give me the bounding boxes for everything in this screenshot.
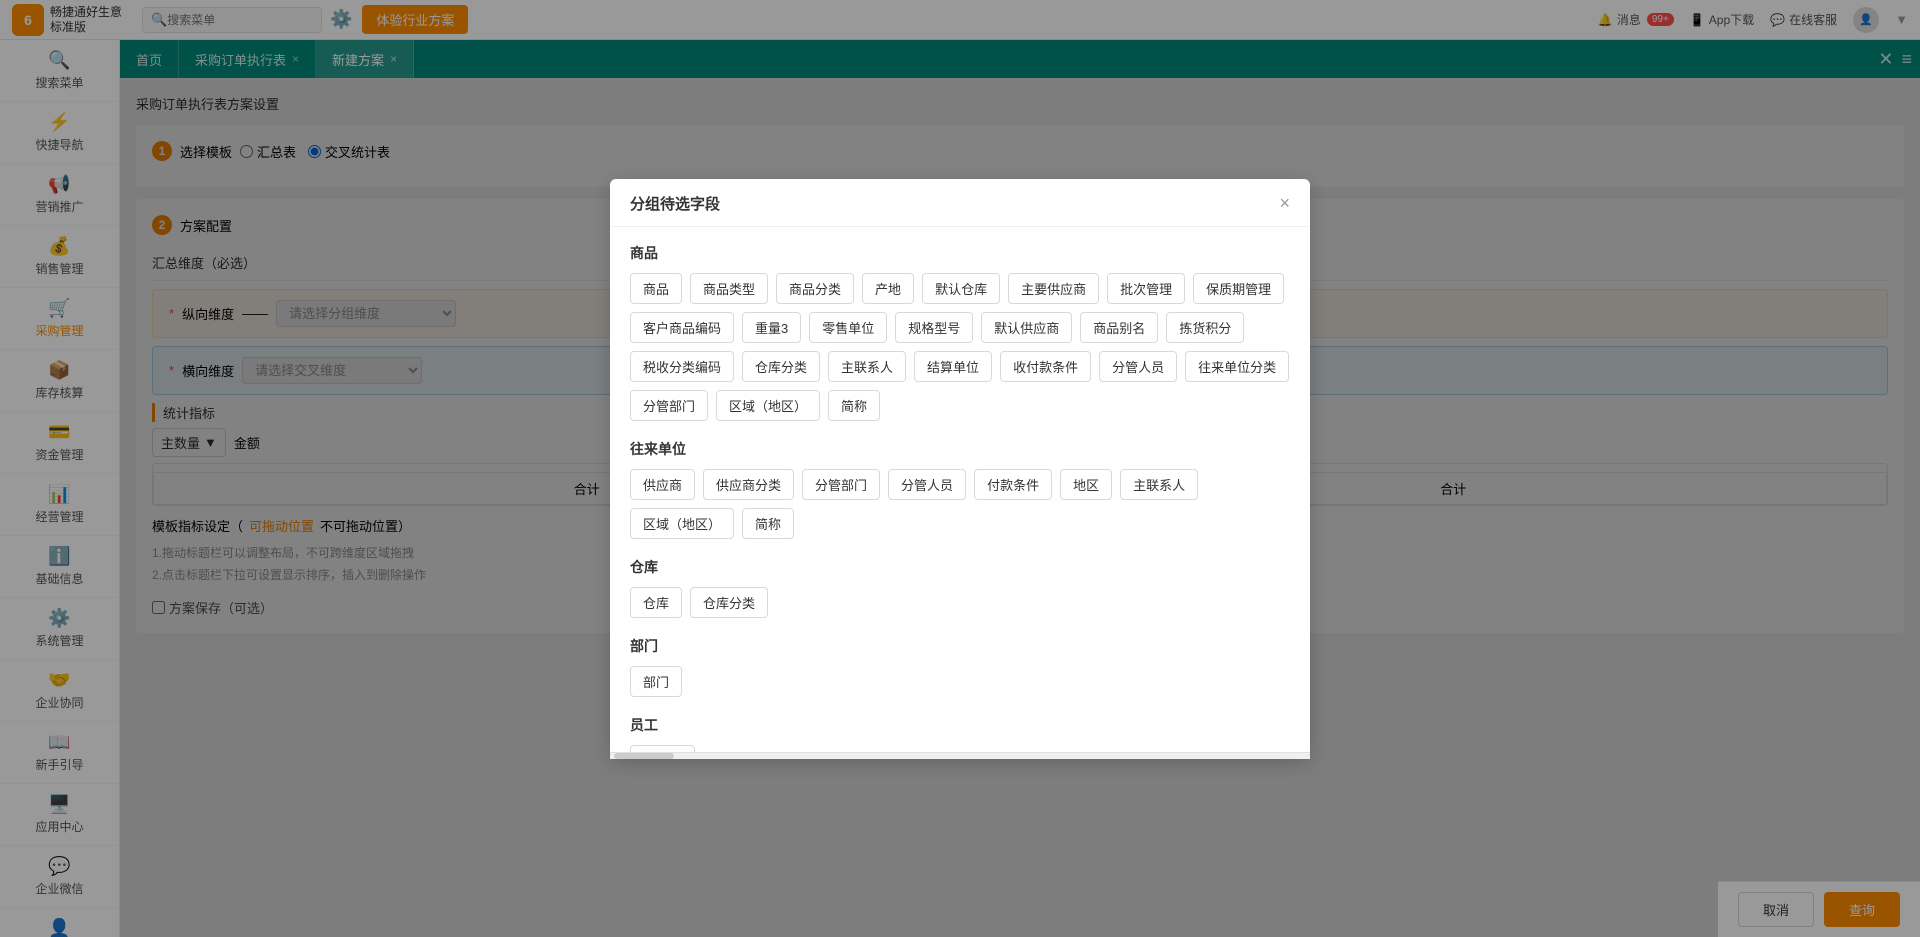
field-tag-partner-dept[interactable]: 分管部门 bbox=[802, 469, 880, 500]
field-tag-product[interactable]: 商品 bbox=[630, 273, 682, 304]
field-tag-customer-code[interactable]: 客户商品编码 bbox=[630, 312, 734, 343]
field-tag-supplier-category[interactable]: 供应商分类 bbox=[703, 469, 794, 500]
field-tag-warehouse[interactable]: 仓库 bbox=[630, 587, 682, 618]
field-tag-main-contact[interactable]: 主联系人 bbox=[828, 351, 906, 382]
field-group-employee-title: 员工 bbox=[630, 715, 1290, 735]
field-group-warehouse: 仓库 仓库 仓库分类 bbox=[630, 557, 1290, 618]
field-tags-warehouse: 仓库 仓库分类 bbox=[630, 587, 1290, 618]
field-tag-origin[interactable]: 产地 bbox=[862, 273, 914, 304]
field-tag-department[interactable]: 部门 bbox=[630, 666, 682, 697]
field-tag-partner-short-name[interactable]: 简称 bbox=[742, 508, 794, 539]
field-tag-product-category[interactable]: 商品分类 bbox=[776, 273, 854, 304]
field-tag-dept[interactable]: 分管部门 bbox=[630, 390, 708, 421]
field-tag-payment-condition[interactable]: 付款条件 bbox=[974, 469, 1052, 500]
field-tag-pick-points[interactable]: 拣货积分 bbox=[1166, 312, 1244, 343]
modal-header: 分组待选字段 × bbox=[610, 179, 1310, 227]
field-tag-default-supplier[interactable]: 默认供应商 bbox=[981, 312, 1072, 343]
field-tag-batch-manage[interactable]: 批次管理 bbox=[1107, 273, 1185, 304]
field-tag-area[interactable]: 地区 bbox=[1060, 469, 1112, 500]
field-tag-default-warehouse[interactable]: 默认仓库 bbox=[922, 273, 1000, 304]
field-group-department-title: 部门 bbox=[630, 636, 1290, 656]
field-tags-partner: 供应商 供应商分类 分管部门 分管人员 付款条件 地区 主联系人 区域（地区） … bbox=[630, 469, 1290, 539]
field-group-product-title: 商品 bbox=[630, 243, 1290, 263]
modal-body: 商品 商品 商品类型 商品分类 产地 默认仓库 主要供应商 批次管理 保质期管理… bbox=[610, 227, 1310, 752]
field-group-department: 部门 部门 bbox=[630, 636, 1290, 697]
field-tags-employee: 业务员 bbox=[630, 745, 1290, 752]
field-tag-payment-terms[interactable]: 收付款条件 bbox=[1000, 351, 1091, 382]
field-group-employee: 员工 业务员 bbox=[630, 715, 1290, 752]
field-tag-supplier[interactable]: 供应商 bbox=[630, 469, 695, 500]
field-group-product: 商品 商品 商品类型 商品分类 产地 默认仓库 主要供应商 批次管理 保质期管理… bbox=[630, 243, 1290, 421]
field-tags-department: 部门 bbox=[630, 666, 1290, 697]
modal-hscroll[interactable] bbox=[610, 752, 1310, 759]
field-tags-product: 商品 商品类型 商品分类 产地 默认仓库 主要供应商 批次管理 保质期管理 客户… bbox=[630, 273, 1290, 421]
field-tag-shelf-life[interactable]: 保质期管理 bbox=[1193, 273, 1284, 304]
field-tag-product-type[interactable]: 商品类型 bbox=[690, 273, 768, 304]
field-tag-salesperson[interactable]: 业务员 bbox=[630, 745, 695, 752]
field-tag-weight[interactable]: 重量3 bbox=[742, 312, 801, 343]
field-tag-partner-supervisor[interactable]: 分管人员 bbox=[888, 469, 966, 500]
field-tag-tax-code[interactable]: 税收分类编码 bbox=[630, 351, 734, 382]
field-group-warehouse-title: 仓库 bbox=[630, 557, 1290, 577]
field-tag-partner-region[interactable]: 区域（地区） bbox=[630, 508, 734, 539]
field-tag-main-supplier[interactable]: 主要供应商 bbox=[1008, 273, 1099, 304]
field-tag-partner-category[interactable]: 往来单位分类 bbox=[1185, 351, 1289, 382]
field-tag-product-alias[interactable]: 商品别名 bbox=[1080, 312, 1158, 343]
modal-close-btn[interactable]: × bbox=[1279, 194, 1290, 212]
field-tag-partner-main-contact[interactable]: 主联系人 bbox=[1120, 469, 1198, 500]
modal-field-select: 分组待选字段 × 商品 商品 商品类型 商品分类 产地 默认仓库 主要供应商 批… bbox=[610, 179, 1310, 759]
field-tag-spec[interactable]: 规格型号 bbox=[895, 312, 973, 343]
field-tag-retail-unit[interactable]: 零售单位 bbox=[809, 312, 887, 343]
field-tag-supervisor[interactable]: 分管人员 bbox=[1099, 351, 1177, 382]
field-tag-short-name[interactable]: 简称 bbox=[828, 390, 880, 421]
field-tag-settlement-unit[interactable]: 结算单位 bbox=[914, 351, 992, 382]
field-tag-warehouse-category[interactable]: 仓库分类 bbox=[742, 351, 820, 382]
field-tag-region[interactable]: 区域（地区） bbox=[716, 390, 820, 421]
hscroll-thumb[interactable] bbox=[614, 753, 674, 759]
modal-backdrop: 分组待选字段 × 商品 商品 商品类型 商品分类 产地 默认仓库 主要供应商 批… bbox=[0, 0, 1920, 937]
field-tag-warehouse-class[interactable]: 仓库分类 bbox=[690, 587, 768, 618]
field-group-partner-title: 往来单位 bbox=[630, 439, 1290, 459]
modal-title: 分组待选字段 bbox=[630, 193, 720, 214]
field-group-partner: 往来单位 供应商 供应商分类 分管部门 分管人员 付款条件 地区 主联系人 区域… bbox=[630, 439, 1290, 539]
